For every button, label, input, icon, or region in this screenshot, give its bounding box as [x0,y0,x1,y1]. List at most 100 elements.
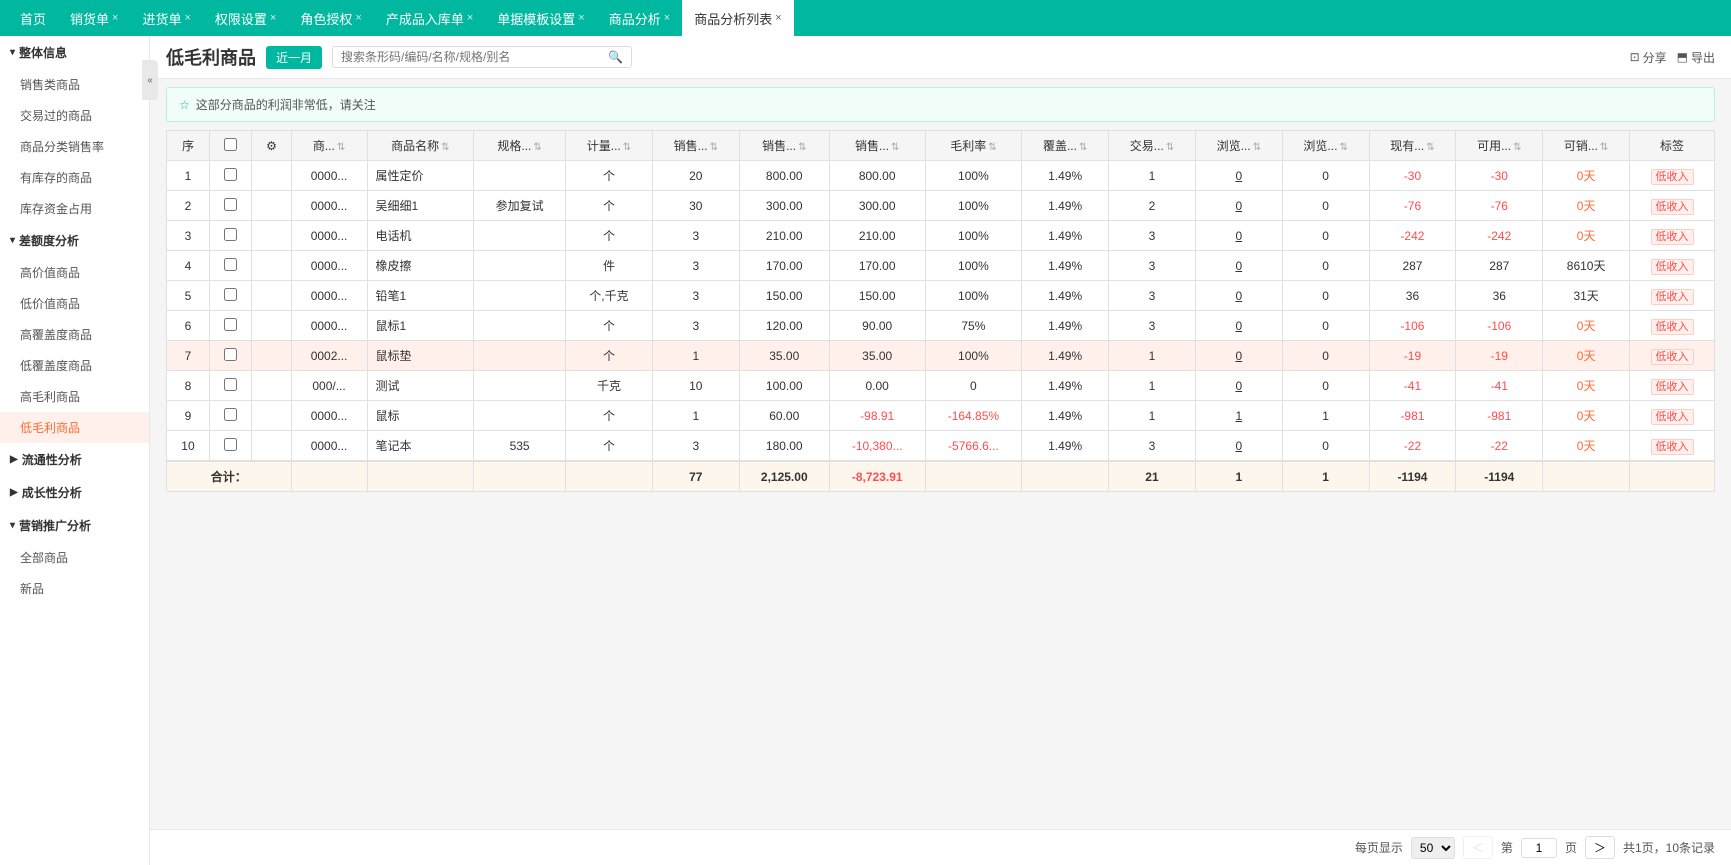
sidebar-group-marketing[interactable]: ▾ 营销推广分析 [0,509,149,542]
row-checkbox-5[interactable] [224,288,237,301]
sidebar-item-high-margin[interactable]: 高毛利商品 [0,381,149,412]
cell-name[interactable]: 鼠标1 [367,311,474,341]
nav-close-analysis-list[interactable]: × [775,12,781,24]
nav-close-templates[interactable]: × [578,12,584,24]
cell-checkbox[interactable] [209,251,251,281]
nav-item-home[interactable]: 首页 [8,0,58,36]
sidebar-item-category-sales[interactable]: 商品分类销售率 [0,131,149,162]
sidebar-item-new-goods[interactable]: 新品 [0,573,149,604]
cell-view1[interactable]: 0 [1195,371,1282,401]
cell-checkbox[interactable] [209,161,251,191]
footer-trade-total: 21 [1109,461,1196,492]
nav-item-products[interactable]: 产成品入库单 × [374,0,485,36]
row-checkbox-7[interactable] [224,348,237,361]
next-page-button[interactable]: ＞ [1585,836,1615,859]
nav-item-purchase[interactable]: 进货单 × [130,0,202,36]
cell-name[interactable]: 吴细细1 [367,191,474,221]
sidebar-item-high-value[interactable]: 高价值商品 [0,257,149,288]
cell-spec [474,311,566,341]
table-header-row: 序 ⚙ 商...⇅ 商品名称⇅ 规格...⇅ 计量...⇅ 销售...⇅ 销售.… [167,131,1715,161]
row-checkbox-8[interactable] [224,378,237,391]
cell-checkbox[interactable] [209,221,251,251]
cell-view1[interactable]: 1 [1195,401,1282,431]
row-checkbox-2[interactable] [224,198,237,211]
per-page-select[interactable]: 50 [1411,837,1455,859]
nav-item-templates[interactable]: 单据模板设置 × [485,0,596,36]
row-checkbox-6[interactable] [224,318,237,331]
nav-close-products[interactable]: × [467,12,473,24]
sidebar-group-margin[interactable]: ▾ 差额度分析 [0,224,149,257]
cell-name[interactable]: 测试 [367,371,474,401]
cell-checkbox[interactable] [209,371,251,401]
cell-checkbox[interactable] [209,431,251,462]
row-checkbox-1[interactable] [224,168,237,181]
row-checkbox-4[interactable] [224,258,237,271]
cell-checkbox[interactable] [209,401,251,431]
search-input[interactable] [341,50,608,64]
cell-sale2: 300.00 [739,191,829,221]
share-button[interactable]: ⊡ 分享 [1630,49,1667,66]
cell-view1[interactable]: 0 [1195,251,1282,281]
cell-name[interactable]: 属性定价 [367,161,474,191]
footer-empty-code [291,461,367,492]
nav-item-sales[interactable]: 销货单 × [58,0,130,36]
nav-close-sales[interactable]: × [112,12,118,24]
cell-name[interactable]: 鼠标垫 [367,341,474,371]
cell-view1[interactable]: 0 [1195,191,1282,221]
nav-close-permissions[interactable]: × [270,12,276,24]
nav-item-roles[interactable]: 角色授权 × [288,0,373,36]
cell-avail: -76 [1456,191,1543,221]
cell-checkbox[interactable] [209,311,251,341]
cell-view1[interactable]: 0 [1195,311,1282,341]
sidebar-item-low-coverage[interactable]: 低覆盖度商品 [0,350,149,381]
sidebar-group-growth[interactable]: ▶ 成长性分析 [0,476,149,509]
cell-name[interactable]: 笔记本 [367,431,474,462]
search-icon[interactable]: 🔍 [608,50,623,64]
cell-view1[interactable]: 0 [1195,281,1282,311]
sidebar-group-overall[interactable]: ▾ 整体信息 [0,36,149,69]
cell-view1[interactable]: 0 [1195,431,1282,462]
cell-view1[interactable]: 0 [1195,161,1282,191]
nav-close-purchase[interactable]: × [184,12,190,24]
sidebar-item-stock-capital[interactable]: 库存资金占用 [0,193,149,224]
cell-sale1: 20 [652,161,739,191]
cell-name[interactable]: 电话机 [367,221,474,251]
sidebar-item-traded-goods[interactable]: 交易过的商品 [0,100,149,131]
cell-sale3: 90.00 [829,311,925,341]
nav-item-permissions[interactable]: 权限设置 × [203,0,288,36]
nav-item-analysis-list[interactable]: 商品分析列表 × [682,0,793,36]
sidebar-item-low-value[interactable]: 低价值商品 [0,288,149,319]
select-all-checkbox[interactable] [224,138,237,151]
cell-cover: 1.49% [1022,191,1109,221]
row-checkbox-9[interactable] [224,408,237,421]
sidebar-group-flow[interactable]: ▶ 流通性分析 [0,443,149,476]
export-button[interactable]: ⬒ 导出 [1677,49,1715,66]
sidebar-item-high-coverage[interactable]: 高覆盖度商品 [0,319,149,350]
cell-name[interactable]: 橡皮擦 [367,251,474,281]
sidebar-collapse-button[interactable]: « [142,60,158,100]
settings-icon[interactable]: ⚙ [266,139,277,153]
sidebar-item-sales-goods[interactable]: 销售类商品 [0,69,149,100]
prev-page-button[interactable]: ＜ [1463,836,1493,859]
cell-spec [474,401,566,431]
cell-name[interactable]: 鼠标 [367,401,474,431]
cell-checkbox[interactable] [209,341,251,371]
cell-name[interactable]: 铅笔1 [367,281,474,311]
nav-item-analysis[interactable]: 商品分析 × [597,0,682,36]
col-header-settings[interactable]: ⚙ [252,131,291,161]
col-header-checkbox[interactable] [209,131,251,161]
cell-view1[interactable]: 0 [1195,341,1282,371]
cell-checkbox[interactable] [209,191,251,221]
table-container[interactable]: 序 ⚙ 商...⇅ 商品名称⇅ 规格...⇅ 计量...⇅ 销售...⇅ 销售.… [150,130,1731,829]
cell-view1[interactable]: 0 [1195,221,1282,251]
sidebar-item-all-goods[interactable]: 全部商品 [0,542,149,573]
row-checkbox-3[interactable] [224,228,237,241]
sidebar-item-stock-goods[interactable]: 有库存的商品 [0,162,149,193]
page-number-input[interactable] [1521,838,1557,858]
filter-button[interactable]: 近一月 [266,46,322,69]
nav-close-roles[interactable]: × [355,12,361,24]
sidebar-item-low-margin[interactable]: 低毛利商品 [0,412,149,443]
cell-checkbox[interactable] [209,281,251,311]
row-checkbox-10[interactable] [224,438,237,451]
nav-close-analysis[interactable]: × [664,12,670,24]
